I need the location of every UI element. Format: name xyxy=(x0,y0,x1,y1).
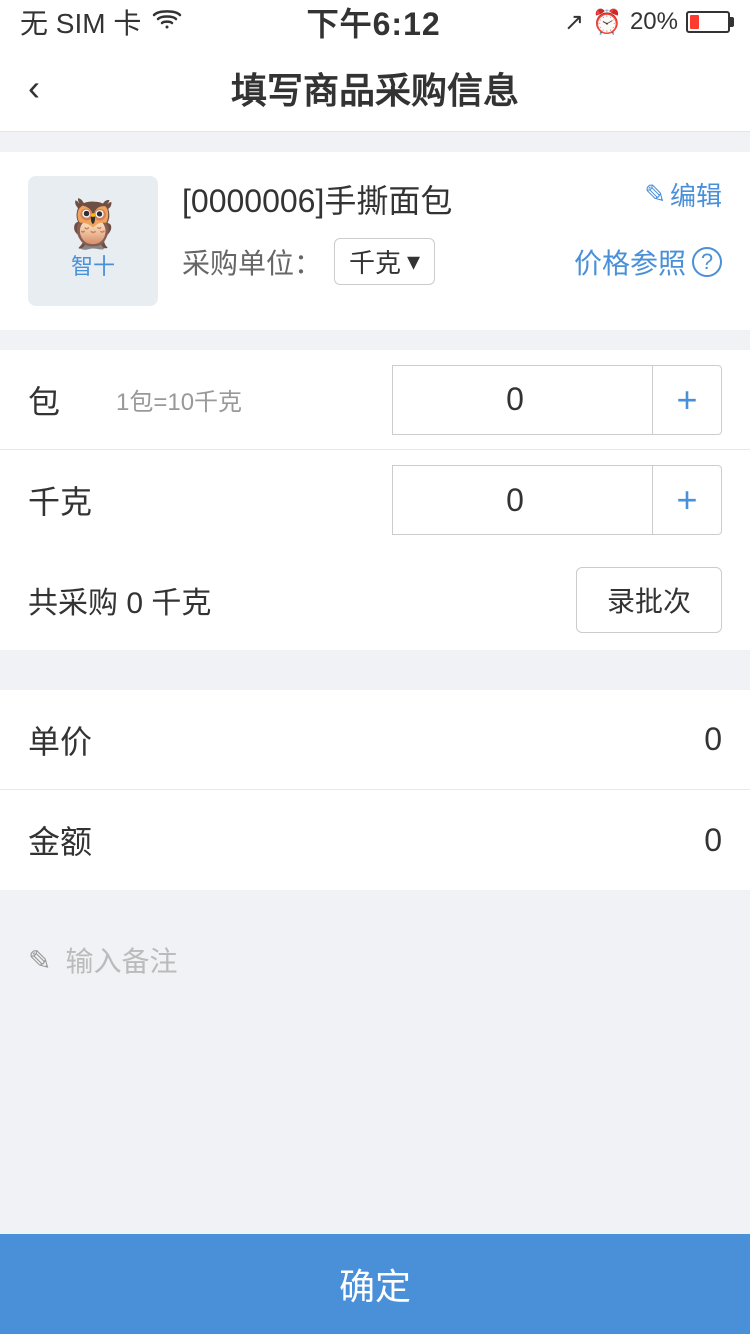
kg-input-right: + xyxy=(392,465,722,535)
total-label: 共采购 0 千克 xyxy=(28,578,211,622)
bag-label: 包 xyxy=(28,377,108,423)
confirm-button[interactable]: 确定 xyxy=(0,1234,750,1334)
product-card: 🦉 智十 [0000006]手撕面包 ✎ 编辑 采购单位： 千克 ▾ 价格参照 xyxy=(0,152,750,330)
product-owl-icon: 🦉 xyxy=(63,201,123,249)
wifi-icon xyxy=(151,6,183,38)
unit-price-value: 0 xyxy=(704,721,722,758)
bag-input-right: + xyxy=(392,365,722,435)
product-info: [0000006]手撕面包 ✎ 编辑 采购单位： 千克 ▾ 价格参照 ? xyxy=(182,176,722,285)
battery-icon xyxy=(686,11,730,33)
confirm-button-label: 确定 xyxy=(339,1258,411,1310)
status-right: ↗ ⏰ 20% xyxy=(564,8,730,37)
edit-button[interactable]: ✎ 编辑 xyxy=(644,176,722,213)
section-divider-2 xyxy=(0,650,750,670)
amount-row: 金额 0 xyxy=(0,790,750,890)
unit-price-row: 单价 0 xyxy=(0,690,750,790)
location-icon: ↗ xyxy=(564,8,584,37)
status-bar: 无 SIM 卡 下午6:12 ↗ ⏰ 20% xyxy=(0,0,750,44)
kg-quantity-input[interactable] xyxy=(392,465,652,535)
alarm-icon: ⏰ xyxy=(592,8,622,37)
bag-plus-button[interactable]: + xyxy=(652,365,722,435)
notes-section[interactable]: ✎ 输入备注 xyxy=(0,910,750,1010)
battery-percent: 20% xyxy=(630,8,678,36)
price-section: 单价 0 金额 0 xyxy=(0,690,750,890)
bag-input-row: 包 1包=10千克 + xyxy=(0,350,750,450)
back-button[interactable]: ‹ xyxy=(28,67,40,109)
notes-placeholder: 输入备注 xyxy=(65,940,177,980)
price-ref-button[interactable]: 价格参照 ? xyxy=(574,242,722,282)
bag-quantity-input[interactable] xyxy=(392,365,652,435)
chevron-down-icon: ▾ xyxy=(407,246,420,277)
total-row: 共采购 0 千克 录批次 xyxy=(0,550,750,650)
status-carrier: 无 SIM 卡 xyxy=(20,2,183,42)
kg-label: 千克 xyxy=(28,477,108,523)
unit-price-label: 单价 xyxy=(28,717,92,763)
unit-select[interactable]: 千克 ▾ xyxy=(334,238,435,285)
kg-plus-button[interactable]: + xyxy=(652,465,722,535)
nav-bar: ‹ 填写商品采购信息 xyxy=(0,44,750,132)
bag-sublabel: 1包=10千克 xyxy=(116,382,242,417)
kg-input-row: 千克 + xyxy=(0,450,750,550)
record-batch-button[interactable]: 录批次 xyxy=(576,567,722,633)
help-icon: ? xyxy=(692,247,722,277)
product-owl-label: 智十 xyxy=(63,249,123,281)
page-title: 填写商品采购信息 xyxy=(231,62,519,114)
pencil-icon: ✎ xyxy=(28,944,51,977)
product-image: 🦉 智十 xyxy=(28,176,158,306)
section-divider-1 xyxy=(0,330,750,350)
purchase-unit-label: 采购单位： xyxy=(182,242,322,282)
product-name: [0000006]手撕面包 xyxy=(182,176,452,222)
status-time: 下午6:12 xyxy=(307,0,441,45)
amount-label: 金额 xyxy=(28,817,92,863)
amount-value: 0 xyxy=(704,822,722,859)
input-section: 包 1包=10千克 + 千克 + xyxy=(0,350,750,550)
